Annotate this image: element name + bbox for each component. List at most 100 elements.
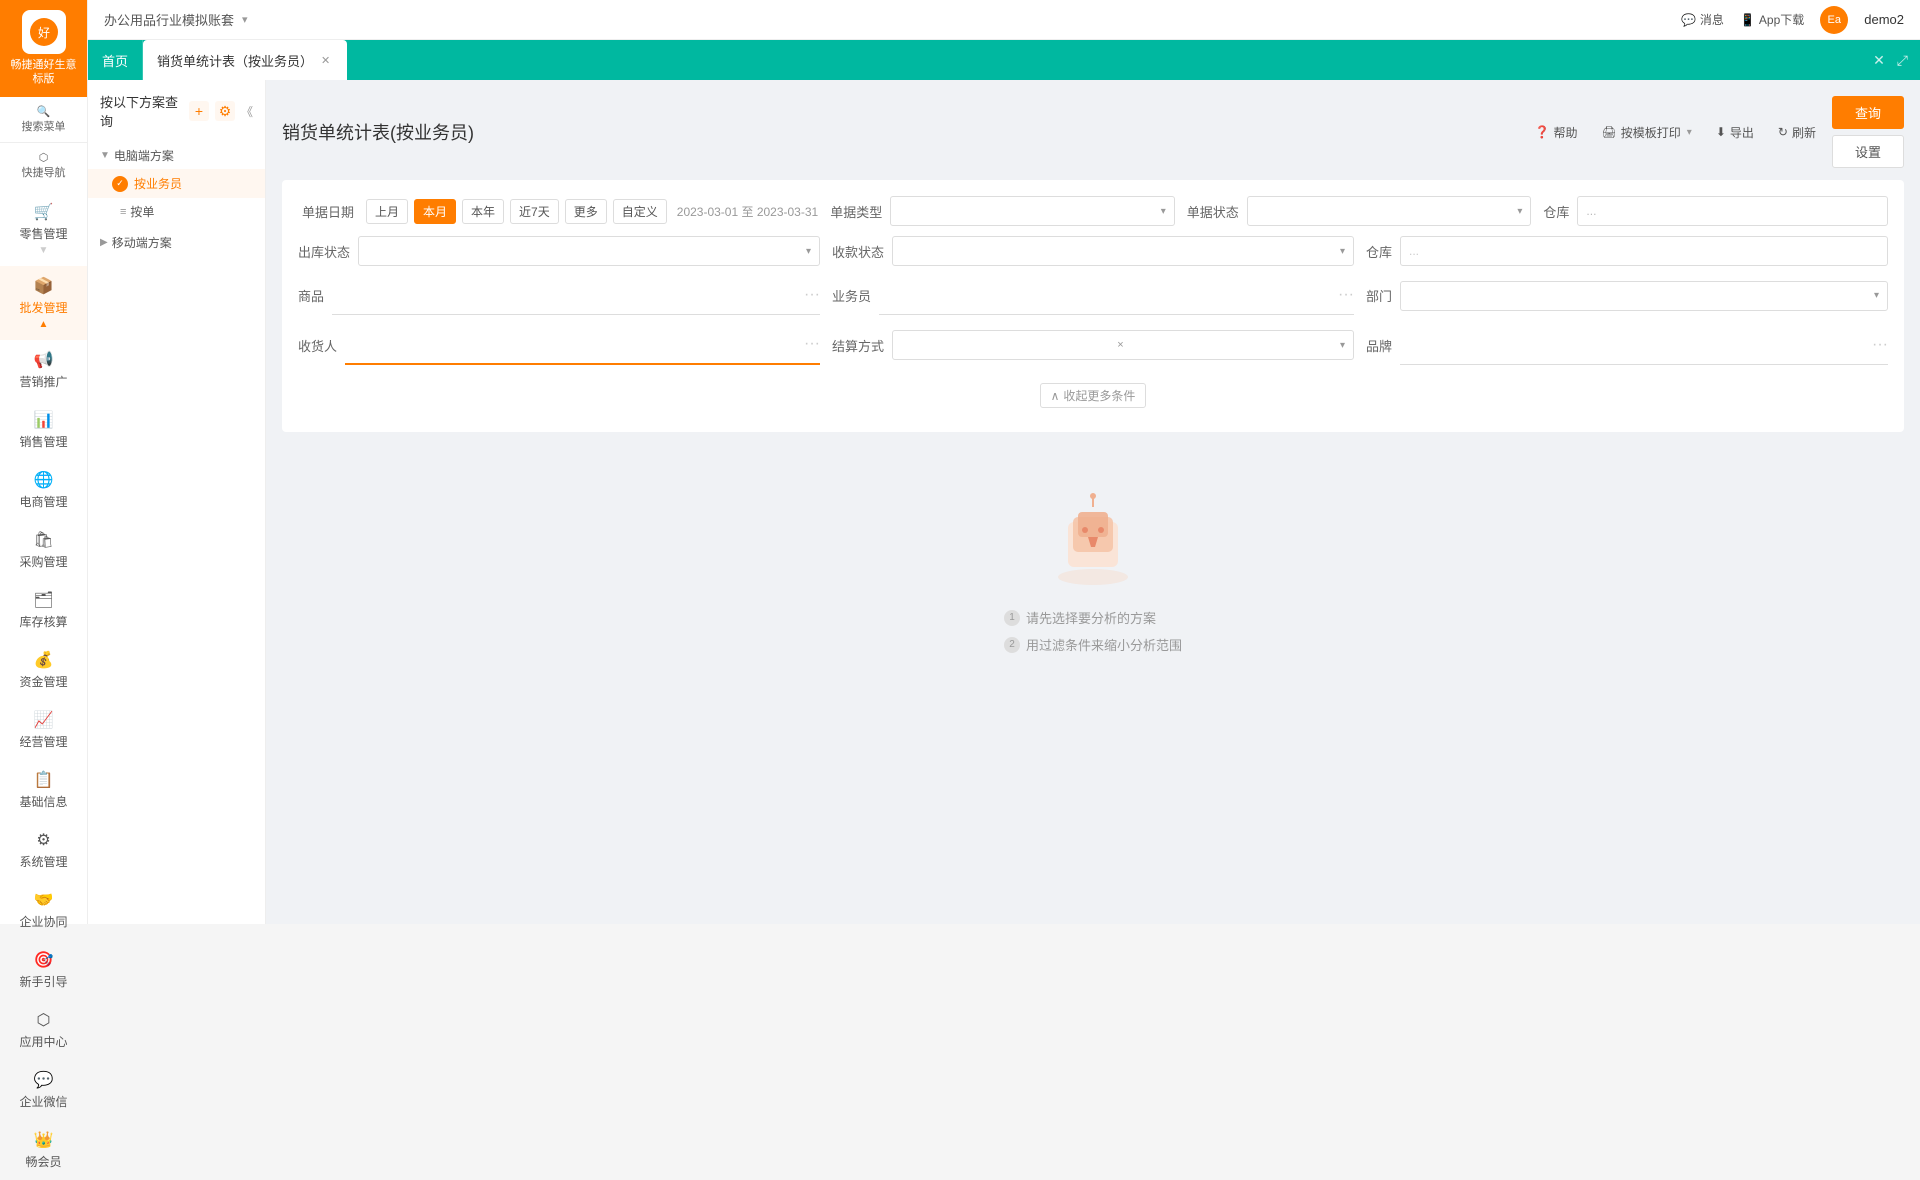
sidebar-item-sales[interactable]: 📊 销售管理 (0, 400, 87, 460)
refresh-button[interactable]: ↻ 刷新 (1770, 120, 1824, 145)
settlement-clear-icon[interactable]: × (1115, 337, 1125, 353)
sidebar-search[interactable]: 🔍 搜索菜单 (0, 97, 87, 143)
collapse-label: 收起更多条件 (1063, 387, 1135, 404)
goods-input[interactable] (332, 280, 800, 310)
settings-plan-button[interactable]: ⚙ (215, 101, 235, 121)
help-button[interactable]: ❓ 帮助 (1527, 120, 1586, 145)
print-dropdown-icon[interactable]: ▾ (1687, 127, 1692, 138)
warehouse-select[interactable]: ... (1577, 196, 1888, 226)
filter-row-status: 出库状态 ▾ 收款状态 ▾ (298, 236, 1888, 266)
guide-icon: 🎯 (34, 950, 54, 970)
tab-close-window[interactable]: ✕ (1869, 48, 1889, 73)
topbar-message[interactable]: 💬 消息 (1681, 11, 1724, 28)
sidebar-item-wholesale[interactable]: 📦 批发管理 ▲ (0, 266, 87, 340)
topbar-appdownload[interactable]: 📱 App下载 (1740, 11, 1804, 28)
sidebar-item-basic[interactable]: 📋 基础信息 (0, 760, 87, 820)
sidebar-item-member[interactable]: 👑 畅会员 (0, 1120, 87, 1180)
date-btn-custom[interactable]: 自定义 (613, 199, 667, 224)
empty-illustration (1043, 492, 1143, 592)
print-button[interactable]: 🖨 按模板打印 ▾ (1594, 120, 1700, 145)
empty-tip-2: 2 用过滤条件来缩小分析范围 (1004, 635, 1182, 654)
tab-home[interactable]: 首页 (88, 40, 143, 80)
date-btn-more[interactable]: 更多 (565, 199, 607, 224)
sidebar-search-label: 搜索菜单 (22, 118, 66, 134)
topbar-dropdown[interactable]: ▾ (242, 13, 248, 26)
stockstatus-select[interactable]: ▾ (358, 236, 820, 266)
page-header: 销货单统计表(按业务员) ❓ 帮助 🖨 按模板打印 ▾ ⬇ 导出 (282, 96, 1904, 168)
sidebar-quicknav[interactable]: ⬡ 快捷导航 (0, 143, 87, 188)
tab-sales-stat[interactable]: 销货单统计表（按业务员） ✕ (143, 40, 347, 80)
search-icon: 🔍 (37, 105, 51, 118)
date-btn-last-month[interactable]: 上月 (366, 199, 408, 224)
tab-close-icon[interactable]: ✕ (319, 52, 332, 69)
filter-field-warehouse2: 仓库 ... (1366, 236, 1888, 266)
sidebar-item-collab[interactable]: 🤝 企业协同 (0, 880, 87, 940)
paymentstatus-arrow-icon: ▾ (1340, 246, 1345, 257)
settings-button[interactable]: 设置 (1832, 135, 1904, 168)
sidebar-item-inventory[interactable]: 🗂 库存核算 (0, 580, 87, 640)
filter-field-stockstatus: 出库状态 ▾ (298, 236, 820, 266)
filter-field-paymentstatus: 收款状态 ▾ (832, 236, 1354, 266)
plan-group-mobile-label: 移动端方案 (112, 234, 172, 251)
collapse-panel-button[interactable]: 《 (241, 103, 253, 120)
sales-icon: 📊 (34, 410, 54, 430)
date-btn-7days[interactable]: 近7天 (510, 199, 559, 224)
receiver-dots[interactable]: ··· (804, 335, 820, 353)
paymentstatus-select[interactable]: ▾ (892, 236, 1354, 266)
finance-icon: 💰 (34, 650, 54, 670)
warehouse2-select[interactable]: ... (1400, 236, 1888, 266)
add-plan-button[interactable]: + (189, 101, 209, 121)
plan-item-by-order[interactable]: ≡ 按单 (88, 198, 265, 225)
query-button[interactable]: 查询 (1832, 96, 1904, 129)
brand-input[interactable] (1400, 330, 1868, 360)
plan-item-by-salesperson[interactable]: ✓ 按业务员 (88, 169, 265, 198)
plan-group-desktop-label: 电脑端方案 (114, 147, 174, 164)
dept-select[interactable]: ▾ (1400, 281, 1888, 311)
brand-dots[interactable]: ··· (1872, 336, 1888, 354)
salesperson-input[interactable] (879, 280, 1334, 310)
receiver-input[interactable] (345, 329, 800, 359)
goods-dots[interactable]: ··· (804, 286, 820, 304)
salesperson-dots[interactable]: ··· (1338, 286, 1354, 304)
date-range-display: 2023-03-01 至 2023-03-31 (677, 203, 818, 220)
sidebar-item-purchase[interactable]: 🛍 采购管理 (0, 520, 87, 580)
retail-icon: 🛒 (34, 202, 54, 222)
topbar-appdownload-label: App下载 (1759, 11, 1804, 28)
content-wrapper: 按以下方案查询 + ⚙ 《 ▼ 电脑端方案 ✓ 按业务员 (88, 80, 1920, 924)
plan-group-mobile-title[interactable]: ▶ 移动端方案 (88, 229, 265, 256)
purchase-icon: 🛍 (33, 530, 53, 550)
export-button[interactable]: ⬇ 导出 (1708, 120, 1762, 145)
filter-row-goods: 商品 ··· 业务员 ··· (298, 276, 1888, 315)
sidebar-item-system[interactable]: ⚙ 系统管理 (0, 820, 87, 880)
collapse-button[interactable]: ∧ 收起更多条件 (1040, 383, 1147, 408)
doctype-select[interactable]: ▾ (890, 196, 1175, 226)
filter-row-date: 单据日期 上月 本月 本年 近7天 更多 自定义 2023-03-01 至 20… (298, 196, 1888, 226)
logo-svg: 好 (28, 16, 60, 48)
sidebar-item-retail[interactable]: 🛒 零售管理 ▼ (0, 192, 87, 266)
sidebar-item-appcenter[interactable]: ⬡ 应用中心 (0, 1000, 87, 1060)
dept-label: 部门 (1366, 286, 1392, 305)
tip-num-2: 2 (1004, 637, 1020, 653)
sidebar-item-guide[interactable]: 🎯 新手引导 (0, 940, 87, 1000)
left-panel-header-actions: + ⚙ 《 (189, 101, 253, 121)
sidebar-logo[interactable]: 好 畅捷通好生意 标版 (0, 0, 87, 97)
sidebar-item-wxwork[interactable]: 💬 企业微信 (0, 1060, 87, 1120)
sidebar-item-management[interactable]: 📈 经营管理 (0, 700, 87, 760)
warehouse2-dots: ... (1409, 244, 1419, 258)
tab-sales-stat-label: 销货单统计表（按业务员） (157, 51, 313, 70)
date-btn-this-year[interactable]: 本年 (462, 199, 504, 224)
sidebar-item-finance[interactable]: 💰 资金管理 (0, 640, 87, 700)
plan-group-desktop-title[interactable]: ▼ 电脑端方案 (88, 142, 265, 169)
sidebar-item-ecommerce[interactable]: 🌐 电商管理 (0, 460, 87, 520)
sidebar-item-marketing[interactable]: 📢 营销推广 (0, 340, 87, 400)
docstatus-label: 单据状态 (1187, 202, 1239, 221)
topbar-app-name: 办公用品行业模拟账套 (104, 10, 234, 29)
right-content: 销货单统计表(按业务员) ❓ 帮助 🖨 按模板打印 ▾ ⬇ 导出 (266, 80, 1920, 924)
sidebar-item-purchase-label: 采购管理 (19, 553, 67, 570)
docstatus-select[interactable]: ▾ (1247, 196, 1532, 226)
date-btn-this-month[interactable]: 本月 (414, 199, 456, 224)
plan-group-desktop: ▼ 电脑端方案 ✓ 按业务员 ≡ 按单 (88, 142, 265, 225)
topbar-username[interactable]: demo2 (1864, 12, 1904, 27)
settlement-select[interactable]: × ▾ (892, 330, 1354, 360)
tab-maximize[interactable]: ⤢ (1893, 48, 1912, 73)
